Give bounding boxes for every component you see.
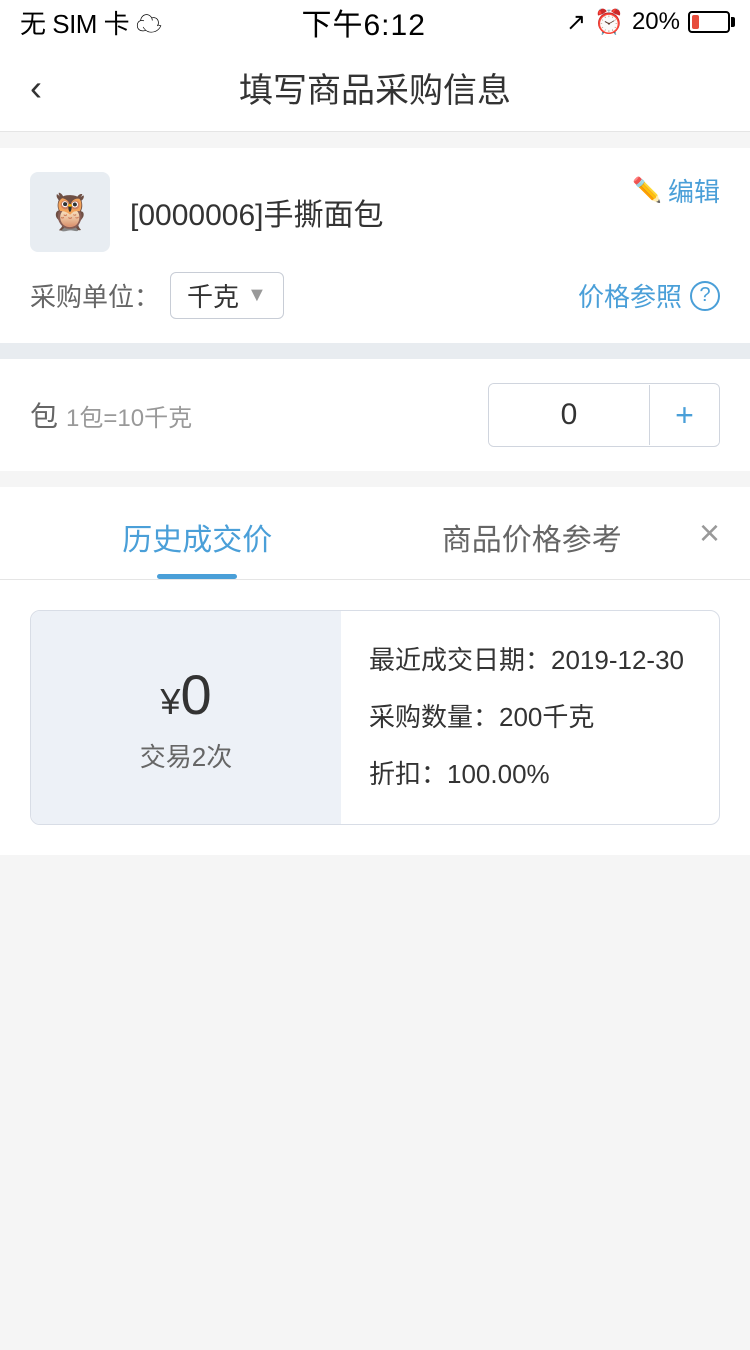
tab-close-button[interactable]: × (699, 492, 720, 574)
price-left-panel: ¥0 交易2次 (31, 611, 341, 824)
page-title: 填写商品采购信息 (239, 63, 511, 112)
help-icon: ? (690, 281, 720, 311)
price-latest-date-row: 最近成交日期：2019-12-30 (369, 641, 691, 680)
product-title: 手撕面包 (263, 199, 383, 232)
price-qty-value: 200千克 (499, 702, 594, 732)
section-divider (0, 343, 750, 359)
status-signal: 无 SIM 卡 ☁ (20, 4, 161, 41)
price-latest-date-label: 最近成交日期： (369, 645, 551, 675)
unit-arrow-icon: ▼ (247, 284, 267, 307)
price-amount-display: ¥0 (160, 662, 211, 727)
product-thumbnail: 🦉 (30, 172, 110, 252)
product-meta: 采购单位： 千克 ▼ 价格参照 ? (30, 272, 720, 319)
quantity-plus-button[interactable]: + (649, 385, 719, 445)
quantity-input-group: + (488, 383, 720, 447)
nav-bar: ‹ 填写商品采购信息 (0, 44, 750, 132)
tabs-container: 历史成交价 商品价格参考 × (0, 487, 750, 580)
price-currency: ¥ (160, 681, 180, 722)
edit-button[interactable]: ✏️ 编辑 (632, 172, 720, 209)
product-owl-icon: 🦉 (48, 191, 93, 233)
price-ref-button[interactable]: 价格参照 ? (578, 277, 720, 314)
edit-icon: ✏️ (632, 176, 662, 205)
price-latest-date-value: 2019-12-30 (551, 645, 684, 675)
product-card: 🦉 [0000006]手撕面包 ✏️ 编辑 采购单位： 千克 ▼ 价格参照 (0, 148, 750, 343)
battery-percent: 20% (632, 8, 680, 36)
status-bar: 无 SIM 卡 ☁ 下午6:12 ↗ ⏰ 20% (0, 0, 750, 44)
unit-select[interactable]: 千克 ▼ (170, 272, 284, 319)
back-button[interactable]: ‹ (30, 67, 42, 109)
tab-product-price-ref[interactable]: 商品价格参考 (364, 487, 698, 579)
price-discount-row: 折扣：100.00% (369, 755, 691, 794)
product-left: 🦉 [0000006]手撕面包 (30, 172, 383, 252)
price-ref-label: 价格参照 (578, 277, 682, 314)
status-right-group: ↗ ⏰ 20% (566, 8, 730, 37)
pkg-label: 包 1包=10千克 (30, 395, 192, 435)
price-amount: 0 (180, 663, 211, 726)
pkg-icon: 包 (30, 395, 58, 435)
product-id: [0000006] (130, 199, 263, 232)
price-trade-count: 交易2次 (140, 737, 232, 774)
price-content: ¥0 交易2次 最近成交日期：2019-12-30 采购数量：200千克 折扣：… (0, 580, 750, 855)
unit-value: 千克 (187, 277, 239, 314)
status-time: 下午6:12 (301, 0, 425, 44)
unit-row: 采购单位： 千克 ▼ (30, 272, 284, 319)
price-discount-label: 折扣： (369, 759, 447, 789)
battery-icon (688, 11, 730, 33)
price-right-panel: 最近成交日期：2019-12-30 采购数量：200千克 折扣：100.00% (341, 611, 719, 824)
alarm-icon: ⏰ (594, 8, 624, 37)
edit-label: 编辑 (668, 172, 720, 209)
product-name: [0000006]手撕面包 (130, 190, 383, 234)
product-header: 🦉 [0000006]手撕面包 ✏️ 编辑 (30, 172, 720, 252)
battery-fill (692, 15, 699, 29)
price-discount-value: 100.00% (447, 759, 550, 789)
price-qty-label: 采购数量： (369, 702, 499, 732)
quantity-row: 包 1包=10千克 + (0, 359, 750, 471)
price-card: ¥0 交易2次 最近成交日期：2019-12-30 采购数量：200千克 折扣：… (30, 610, 720, 825)
main-content: 🦉 [0000006]手撕面包 ✏️ 编辑 采购单位： 千克 ▼ 价格参照 (0, 148, 750, 1350)
unit-label: 采购单位： (30, 277, 160, 314)
price-qty-row: 采购数量：200千克 (369, 698, 691, 737)
tab-history-price[interactable]: 历史成交价 (30, 487, 364, 579)
quantity-input[interactable] (489, 384, 649, 446)
pkg-hint: 1包=10千克 (66, 398, 192, 433)
location-icon: ↗ (566, 8, 586, 37)
